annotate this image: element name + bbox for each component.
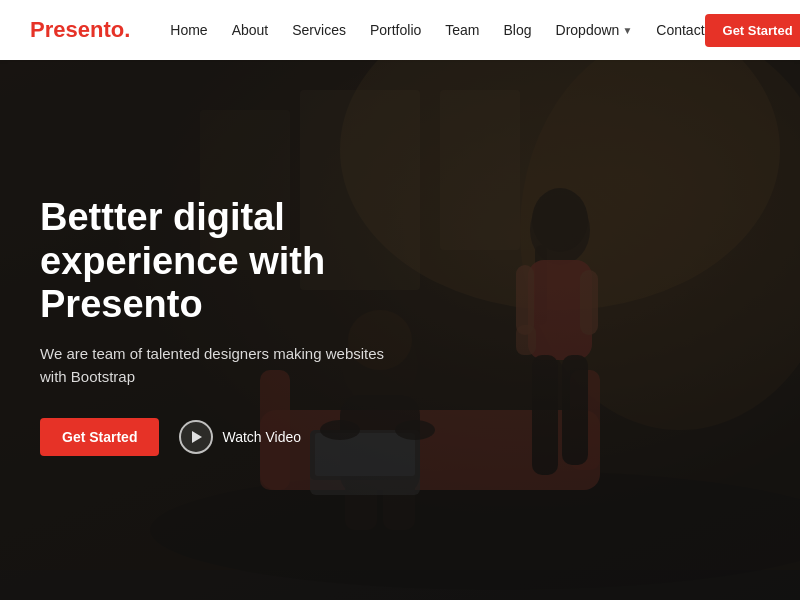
nav-portfolio[interactable]: Portfolio — [370, 22, 421, 38]
brand-logo[interactable]: Presento. — [30, 17, 130, 43]
brand-dot: . — [124, 17, 130, 42]
nav-dropdown-label: Dropdown — [556, 22, 620, 38]
hero-title: Bettter digital experience with Presento — [40, 196, 400, 327]
hero-get-started-button[interactable]: Get Started — [40, 418, 159, 456]
hero-section: Bettter digital experience with Presento… — [0, 0, 800, 600]
nav-blog[interactable]: Blog — [504, 22, 532, 38]
nav-links: Home About Services Portfolio Team Blog … — [170, 22, 704, 38]
nav-services[interactable]: Services — [292, 22, 346, 38]
hero-watch-video-button[interactable]: Watch Video — [179, 420, 301, 454]
hero-subtitle: We are team of talented designers making… — [40, 343, 400, 388]
navbar-get-started-button[interactable]: Get Started — [705, 14, 800, 47]
brand-name: Presento — [30, 17, 124, 42]
watch-video-label: Watch Video — [222, 429, 301, 445]
hero-actions: Get Started Watch Video — [40, 418, 400, 456]
nav-home[interactable]: Home — [170, 22, 207, 38]
chevron-down-icon: ▼ — [622, 25, 632, 36]
play-triangle-icon — [192, 431, 202, 443]
nav-dropdown[interactable]: Dropdown ▼ — [556, 22, 633, 38]
nav-contact[interactable]: Contact — [656, 22, 704, 38]
navbar: Presento. Home About Services Portfolio … — [0, 0, 800, 60]
hero-content: Bettter digital experience with Presento… — [40, 196, 400, 456]
nav-team[interactable]: Team — [445, 22, 479, 38]
play-icon — [179, 420, 213, 454]
nav-about[interactable]: About — [232, 22, 269, 38]
